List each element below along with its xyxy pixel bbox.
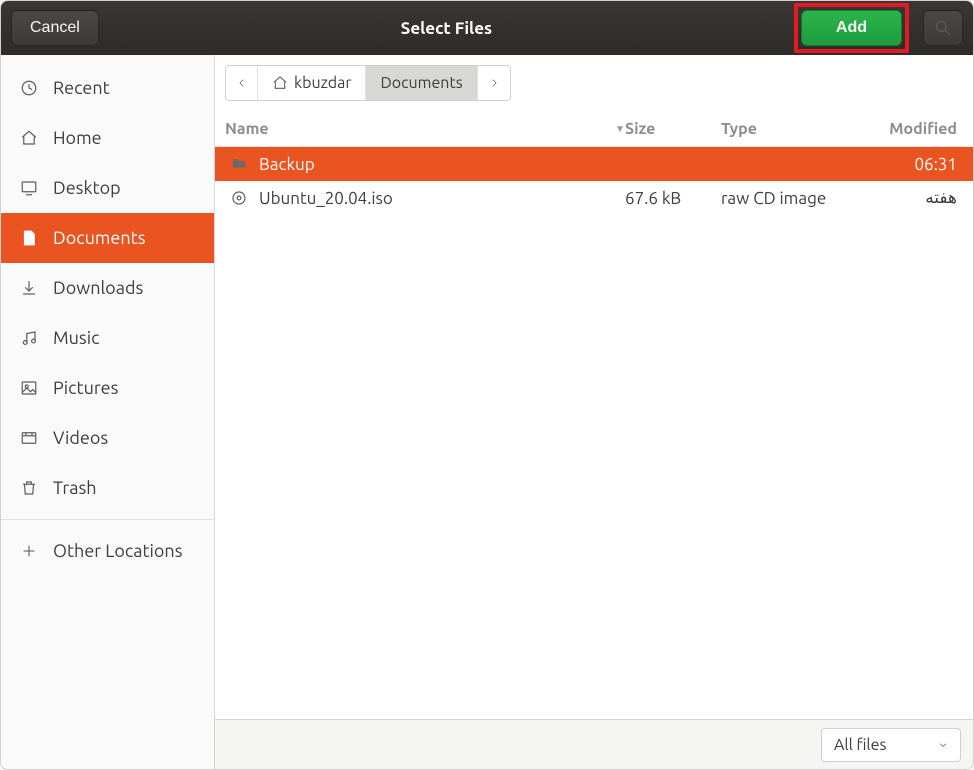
- file-modified: 06:31: [871, 155, 963, 174]
- file-modified: هفته: [871, 188, 963, 208]
- music-icon: [20, 329, 38, 347]
- path-back-button[interactable]: [226, 66, 258, 100]
- sidebar-item-label: Desktop: [53, 178, 121, 198]
- file-name: Backup: [259, 155, 315, 174]
- sidebar-item-desktop[interactable]: Desktop: [1, 163, 214, 213]
- home-icon: [272, 75, 288, 91]
- videos-icon: [20, 429, 38, 447]
- header-bar: Cancel Select Files Add: [1, 1, 973, 55]
- file-name: Ubuntu_20.04.iso: [259, 189, 393, 208]
- sidebar-item-label: Recent: [53, 78, 110, 98]
- column-header-size[interactable]: Size: [625, 120, 721, 138]
- path-segment-label: kbuzdar: [294, 74, 351, 92]
- download-icon: [20, 279, 38, 297]
- cancel-button[interactable]: Cancel: [11, 10, 99, 46]
- file-row[interactable]: Backup 06:31: [215, 147, 973, 181]
- sidebar-item-trash[interactable]: Trash: [1, 463, 214, 513]
- sidebar-item-other-locations[interactable]: Other Locations: [1, 526, 214, 576]
- sidebar-item-music[interactable]: Music: [1, 313, 214, 363]
- sidebar-item-pictures[interactable]: Pictures: [1, 363, 214, 413]
- disc-icon: [230, 189, 248, 207]
- clock-icon: [20, 79, 38, 97]
- chevron-right-icon: [489, 77, 499, 89]
- file-filter-label: All files: [834, 736, 886, 754]
- path-segment-current[interactable]: Documents: [366, 66, 477, 100]
- sidebar-item-label: Downloads: [53, 278, 143, 298]
- path-bar: kbuzdar Documents: [215, 55, 973, 111]
- file-size: 67.6 kB: [625, 189, 721, 208]
- column-header-type[interactable]: Type: [721, 120, 871, 138]
- path-segment-label: Documents: [380, 74, 462, 92]
- sidebar-item-label: Home: [53, 128, 102, 148]
- add-button-highlight: Add: [794, 3, 909, 53]
- plus-icon: [21, 543, 37, 559]
- path-forward-button[interactable]: [478, 66, 510, 100]
- file-row[interactable]: Ubuntu_20.04.iso 67.6 kB raw CD image هف…: [215, 181, 973, 215]
- column-header-name[interactable]: Name ▼: [225, 120, 625, 138]
- search-button[interactable]: [923, 10, 963, 46]
- sidebar: Recent Home Desktop Documents Downloads: [1, 55, 215, 769]
- file-type: raw CD image: [721, 189, 871, 208]
- sidebar-item-recent[interactable]: Recent: [1, 63, 214, 113]
- sidebar-item-label: Other Locations: [53, 541, 183, 561]
- sidebar-item-label: Documents: [53, 228, 146, 248]
- sidebar-separator: [1, 519, 214, 520]
- column-headers: Name ▼ Size Type Modified: [215, 111, 973, 147]
- sidebar-item-label: Videos: [53, 428, 108, 448]
- sort-indicator-icon: ▼: [615, 123, 625, 135]
- add-button[interactable]: Add: [801, 10, 902, 46]
- path-segment-home[interactable]: kbuzdar: [258, 66, 366, 100]
- folder-icon: [230, 155, 248, 171]
- pictures-icon: [20, 379, 38, 397]
- sidebar-item-label: Music: [53, 328, 99, 348]
- file-list: Backup 06:31 Ubuntu_20.04.iso 67.6 kB ra…: [215, 147, 973, 719]
- documents-icon: [20, 229, 38, 247]
- chevron-left-icon: [237, 77, 247, 89]
- sidebar-item-label: Trash: [53, 478, 97, 498]
- path-segments: kbuzdar Documents: [225, 65, 511, 101]
- sidebar-item-documents[interactable]: Documents: [1, 213, 214, 263]
- chevron-down-icon: [938, 740, 948, 750]
- search-icon: [934, 19, 952, 37]
- file-filter-combo[interactable]: All files: [821, 728, 961, 762]
- sidebar-item-home[interactable]: Home: [1, 113, 214, 163]
- main-panel: kbuzdar Documents Name ▼ Size: [215, 55, 973, 769]
- sidebar-item-downloads[interactable]: Downloads: [1, 263, 214, 313]
- trash-icon: [20, 479, 38, 497]
- sidebar-item-label: Pictures: [53, 378, 118, 398]
- column-header-modified[interactable]: Modified: [871, 120, 963, 138]
- footer: All files: [215, 719, 973, 769]
- window-title: Select Files: [107, 19, 786, 38]
- home-icon: [20, 129, 38, 147]
- sidebar-item-videos[interactable]: Videos: [1, 413, 214, 463]
- desktop-icon: [20, 179, 38, 197]
